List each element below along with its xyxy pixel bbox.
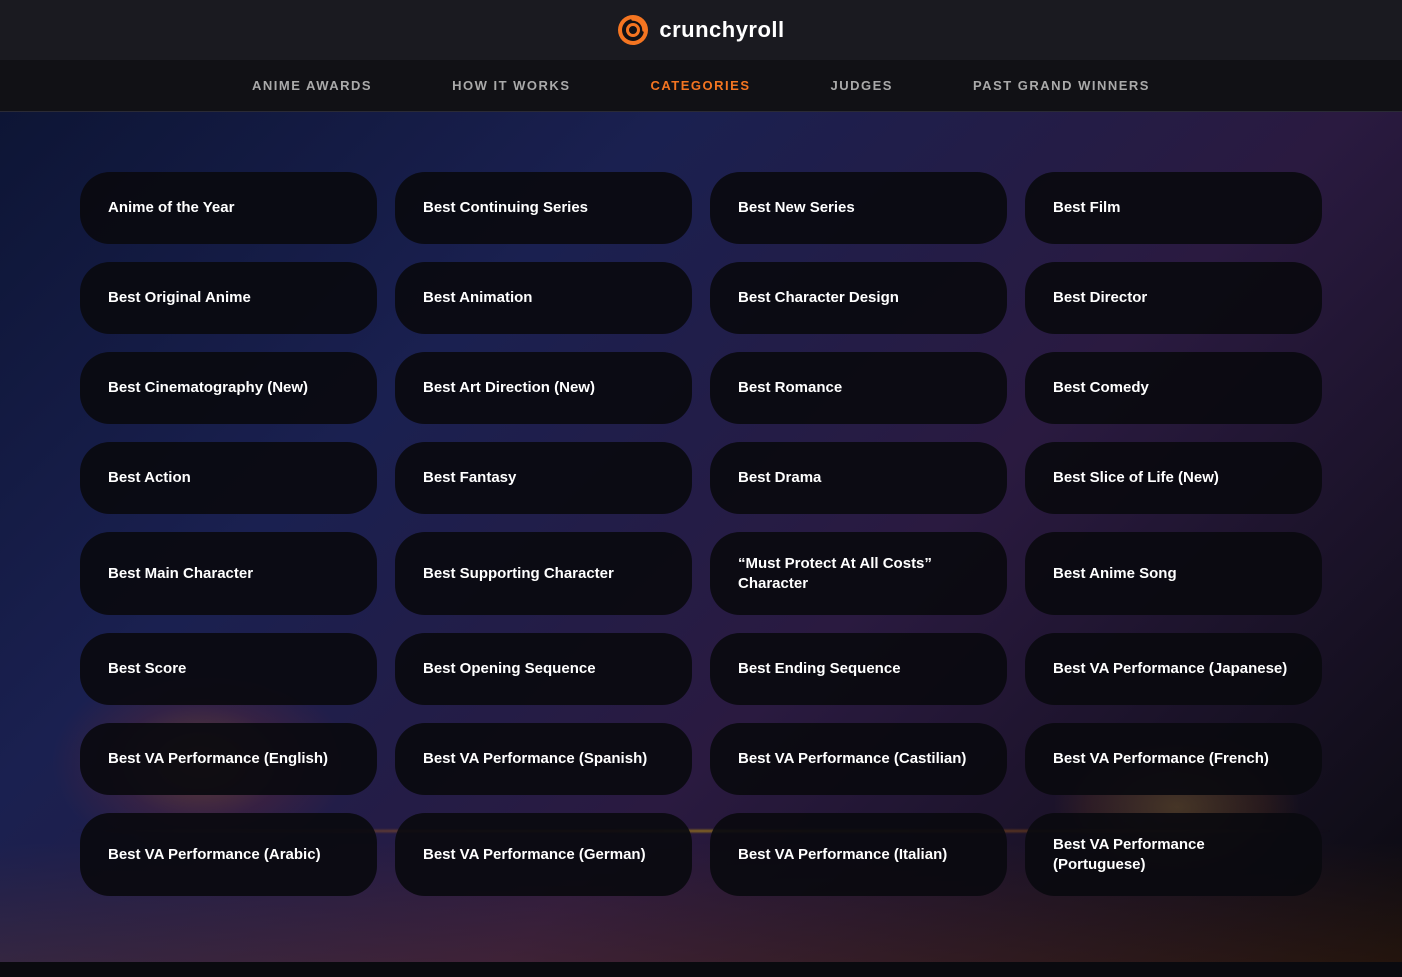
nav-item-categories[interactable]: CATEGORIES bbox=[651, 78, 751, 93]
category-best-art-direction[interactable]: Best Art Direction (New) bbox=[395, 352, 692, 424]
nav-item-how-it-works[interactable]: HOW IT WORKS bbox=[452, 78, 570, 93]
nav-item-judges[interactable]: JUDGES bbox=[831, 78, 893, 93]
category-best-va-italian[interactable]: Best VA Performance (Italian) bbox=[710, 813, 1007, 896]
category-best-score[interactable]: Best Score bbox=[80, 633, 377, 705]
category-best-original-anime[interactable]: Best Original Anime bbox=[80, 262, 377, 334]
category-must-protect-character[interactable]: “Must Protect At All Costs” Character bbox=[710, 532, 1007, 615]
category-best-continuing-series[interactable]: Best Continuing Series bbox=[395, 172, 692, 244]
category-anime-of-the-year[interactable]: Anime of the Year bbox=[80, 172, 377, 244]
logo-container: crunchyroll bbox=[617, 14, 784, 46]
category-best-va-japanese[interactable]: Best VA Performance (Japanese) bbox=[1025, 633, 1322, 705]
category-best-character-design[interactable]: Best Character Design bbox=[710, 262, 1007, 334]
category-best-animation[interactable]: Best Animation bbox=[395, 262, 692, 334]
category-best-comedy[interactable]: Best Comedy bbox=[1025, 352, 1322, 424]
category-best-va-english[interactable]: Best VA Performance (English) bbox=[80, 723, 377, 795]
category-best-director[interactable]: Best Director bbox=[1025, 262, 1322, 334]
category-best-va-spanish[interactable]: Best VA Performance (Spanish) bbox=[395, 723, 692, 795]
category-best-supporting-character[interactable]: Best Supporting Character bbox=[395, 532, 692, 615]
category-best-va-castilian[interactable]: Best VA Performance (Castilian) bbox=[710, 723, 1007, 795]
logo-bar: crunchyroll bbox=[0, 0, 1402, 60]
category-best-main-character[interactable]: Best Main Character bbox=[80, 532, 377, 615]
category-best-drama[interactable]: Best Drama bbox=[710, 442, 1007, 514]
category-best-va-german[interactable]: Best VA Performance (German) bbox=[395, 813, 692, 896]
category-best-cinematography[interactable]: Best Cinematography (New) bbox=[80, 352, 377, 424]
nav-bar: ANIME AWARDS HOW IT WORKS CATEGORIES JUD… bbox=[0, 60, 1402, 111]
category-best-romance[interactable]: Best Romance bbox=[710, 352, 1007, 424]
category-best-va-portuguese[interactable]: Best VA Performance (Portuguese) bbox=[1025, 813, 1322, 896]
category-best-film[interactable]: Best Film bbox=[1025, 172, 1322, 244]
nav-item-anime-awards[interactable]: ANIME AWARDS bbox=[252, 78, 372, 93]
category-best-va-french[interactable]: Best VA Performance (French) bbox=[1025, 723, 1322, 795]
category-best-va-arabic[interactable]: Best VA Performance (Arabic) bbox=[80, 813, 377, 896]
crunchyroll-icon bbox=[617, 14, 649, 46]
category-best-fantasy[interactable]: Best Fantasy bbox=[395, 442, 692, 514]
logo-text: crunchyroll bbox=[659, 17, 784, 43]
main-content: Anime of the Year Best Continuing Series… bbox=[0, 112, 1402, 962]
category-best-action[interactable]: Best Action bbox=[80, 442, 377, 514]
nav-item-past-grand-winners[interactable]: PAST GRAND WINNERS bbox=[973, 78, 1150, 93]
category-best-ending-sequence[interactable]: Best Ending Sequence bbox=[710, 633, 1007, 705]
categories-grid: Anime of the Year Best Continuing Series… bbox=[80, 172, 1322, 896]
category-best-new-series[interactable]: Best New Series bbox=[710, 172, 1007, 244]
category-best-anime-song[interactable]: Best Anime Song bbox=[1025, 532, 1322, 615]
category-best-opening-sequence[interactable]: Best Opening Sequence bbox=[395, 633, 692, 705]
header: crunchyroll ANIME AWARDS HOW IT WORKS CA… bbox=[0, 0, 1402, 112]
category-best-slice-of-life[interactable]: Best Slice of Life (New) bbox=[1025, 442, 1322, 514]
